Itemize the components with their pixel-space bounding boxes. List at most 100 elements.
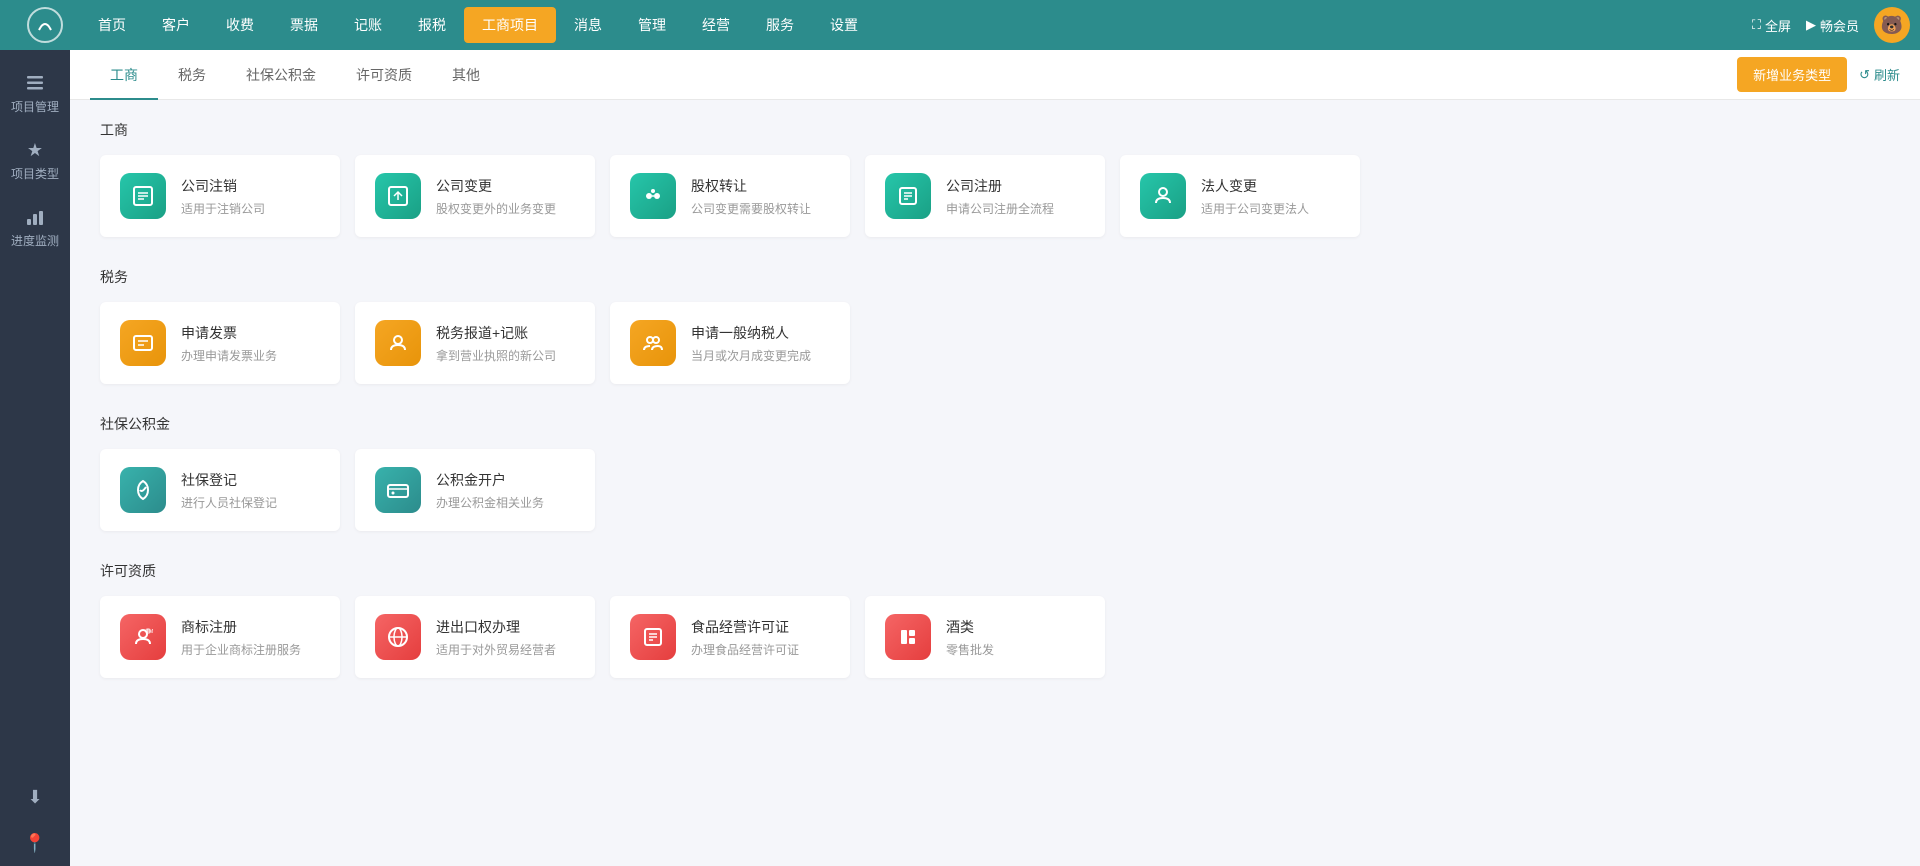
card-alcohol[interactable]: 酒类 零售批发 (865, 596, 1105, 678)
card-icon-trademark: TM (120, 614, 166, 660)
star-icon: ★ (24, 139, 46, 161)
tab-other[interactable]: 其他 (432, 50, 500, 100)
scroll-content[interactable]: 工商 公司注销 (70, 100, 1920, 866)
section-license: 许可资质 TM 商标注册 (100, 561, 1890, 678)
nav-invoice[interactable]: 票据 (272, 0, 336, 50)
add-type-button[interactable]: 新增业务类型 (1737, 57, 1847, 92)
card-desc-social-register: 进行人员社保登记 (181, 494, 320, 511)
section-title-business: 工商 (100, 120, 1890, 140)
nav-service[interactable]: 服务 (748, 0, 812, 50)
sidebar-item-location[interactable]: 📍 (0, 820, 70, 866)
card-text-food-license: 食品经营许可证 办理食品经营许可证 (691, 617, 830, 658)
card-text-company-change: 公司变更 股权变更外的业务变更 (436, 176, 575, 217)
card-icon-company-change (375, 173, 421, 219)
card-text-fund-open: 公积金开户 办理公积金相关业务 (436, 470, 575, 511)
card-desc-food-license: 办理食品经营许可证 (691, 641, 830, 658)
card-icon-legal-change (1140, 173, 1186, 219)
card-icon-company-register (885, 173, 931, 219)
card-text-taxpayer-apply: 申请一般纳税人 当月或次月成变更完成 (691, 323, 830, 364)
nav-operation[interactable]: 经营 (684, 0, 748, 50)
card-text-social-register: 社保登记 进行人员社保登记 (181, 470, 320, 511)
card-text-equity-transfer: 股权转让 公司变更需要股权转让 (691, 176, 830, 217)
nav-home[interactable]: 首页 (80, 0, 144, 50)
sidebar-item-project-management[interactable]: 项目管理 (0, 60, 70, 127)
card-title-food-license: 食品经营许可证 (691, 617, 830, 637)
tab-bar: 工商 税务 社保公积金 许可资质 其他 新增业务类型 ↺ 刷新 (70, 50, 1920, 100)
card-desc-company-cancel: 适用于注销公司 (181, 200, 320, 217)
vip-icon: ▶ (1806, 17, 1816, 33)
card-trademark[interactable]: TM 商标注册 用于企业商标注册服务 (100, 596, 340, 678)
section-title-tax: 税务 (100, 267, 1890, 287)
card-title-company-cancel: 公司注销 (181, 176, 320, 196)
card-icon-taxpayer-apply (630, 320, 676, 366)
vip-avatar[interactable]: 🐻 (1874, 7, 1910, 43)
card-desc-equity-transfer: 公司变更需要股权转让 (691, 200, 830, 217)
card-fund-open[interactable]: 公积金开户 办理公积金相关业务 (355, 449, 595, 531)
nav-fee[interactable]: 收费 (208, 0, 272, 50)
card-title-tax-report: 税务报道+记账 (436, 323, 575, 343)
card-text-invoice-apply: 申请发票 办理申请发票业务 (181, 323, 320, 364)
card-desc-trademark: 用于企业商标注册服务 (181, 641, 320, 658)
nav-message[interactable]: 消息 (556, 0, 620, 50)
card-icon-alcohol (885, 614, 931, 660)
sidebar-item-project-type[interactable]: ★ 项目类型 (0, 127, 70, 194)
sidebar-item-download[interactable]: ⬇ (0, 774, 70, 820)
nav-items: 首页 客户 收费 票据 记账 报税 工商项目 消息 管理 经营 服务 设置 (80, 0, 1752, 50)
nav-tax[interactable]: 报税 (400, 0, 464, 50)
sidebar-item-progress-monitor[interactable]: 进度监测 (0, 194, 70, 261)
card-invoice-apply[interactable]: 申请发票 办理申请发票业务 (100, 302, 340, 384)
card-title-equity-transfer: 股权转让 (691, 176, 830, 196)
nav-settings[interactable]: 设置 (812, 0, 876, 50)
card-tax-report[interactable]: 税务报道+记账 拿到营业执照的新公司 (355, 302, 595, 384)
logo-icon (27, 7, 63, 43)
card-icon-tax-report (375, 320, 421, 366)
card-food-license[interactable]: 食品经营许可证 办理食品经营许可证 (610, 596, 850, 678)
refresh-button[interactable]: ↺ 刷新 (1859, 65, 1900, 84)
fullscreen-button[interactable]: ⛶ 全屏 (1752, 16, 1791, 35)
card-equity-transfer[interactable]: 股权转让 公司变更需要股权转让 (610, 155, 850, 237)
main-layout: 项目管理 ★ 项目类型 进度监测 ⬇ 📍 (0, 50, 1920, 866)
card-company-register[interactable]: 公司注册 申请公司注册全流程 (865, 155, 1105, 237)
card-company-cancel[interactable]: 公司注销 适用于注销公司 (100, 155, 340, 237)
nav-customer[interactable]: 客户 (144, 0, 208, 50)
card-title-social-register: 社保登记 (181, 470, 320, 490)
card-social-register[interactable]: 社保登记 进行人员社保登记 (100, 449, 340, 531)
card-title-import-export: 进出口权办理 (436, 617, 575, 637)
card-icon-equity-transfer (630, 173, 676, 219)
chart-icon (24, 206, 46, 228)
nav-accounting[interactable]: 记账 (336, 0, 400, 50)
vip-button[interactable]: ▶ 畅会员 (1806, 16, 1859, 35)
nav-manage[interactable]: 管理 (620, 0, 684, 50)
section-social: 社保公积金 社保登记 进行人员社保登记 (100, 414, 1890, 531)
card-taxpayer-apply[interactable]: 申请一般纳税人 当月或次月成变更完成 (610, 302, 850, 384)
card-icon-fund-open (375, 467, 421, 513)
card-legal-change[interactable]: 法人变更 适用于公司变更法人 (1120, 155, 1360, 237)
card-desc-taxpayer-apply: 当月或次月成变更完成 (691, 347, 830, 364)
tab-business[interactable]: 工商 (90, 50, 158, 100)
card-desc-tax-report: 拿到营业执照的新公司 (436, 347, 575, 364)
refresh-icon: ↺ (1859, 67, 1870, 83)
card-grid-business: 公司注销 适用于注销公司 (100, 155, 1890, 237)
section-title-social: 社保公积金 (100, 414, 1890, 434)
tab-tax[interactable]: 税务 (158, 50, 226, 100)
card-company-change[interactable]: 公司变更 股权变更外的业务变更 (355, 155, 595, 237)
svg-text:TM: TM (146, 629, 153, 635)
section-title-license: 许可资质 (100, 561, 1890, 581)
card-import-export[interactable]: 进出口权办理 适用于对外贸易经营者 (355, 596, 595, 678)
tab-social-insurance[interactable]: 社保公积金 (226, 50, 336, 100)
card-desc-legal-change: 适用于公司变更法人 (1201, 200, 1340, 217)
card-text-company-register: 公司注册 申请公司注册全流程 (946, 176, 1085, 217)
card-title-taxpayer-apply: 申请一般纳税人 (691, 323, 830, 343)
card-text-legal-change: 法人变更 适用于公司变更法人 (1201, 176, 1340, 217)
list-icon (24, 72, 46, 94)
card-title-fund-open: 公积金开户 (436, 470, 575, 490)
vip-label: 畅会员 (1820, 16, 1859, 35)
tab-license[interactable]: 许可资质 (336, 50, 432, 100)
card-desc-alcohol: 零售批发 (946, 641, 1085, 658)
card-text-tax-report: 税务报道+记账 拿到营业执照的新公司 (436, 323, 575, 364)
fullscreen-label: 全屏 (1765, 16, 1791, 35)
nav-business[interactable]: 工商项目 (464, 7, 556, 43)
card-icon-invoice-apply (120, 320, 166, 366)
sidebar-bottom: ⬇ 📍 (0, 774, 70, 866)
sidebar-label-project-management: 项目管理 (11, 98, 59, 115)
